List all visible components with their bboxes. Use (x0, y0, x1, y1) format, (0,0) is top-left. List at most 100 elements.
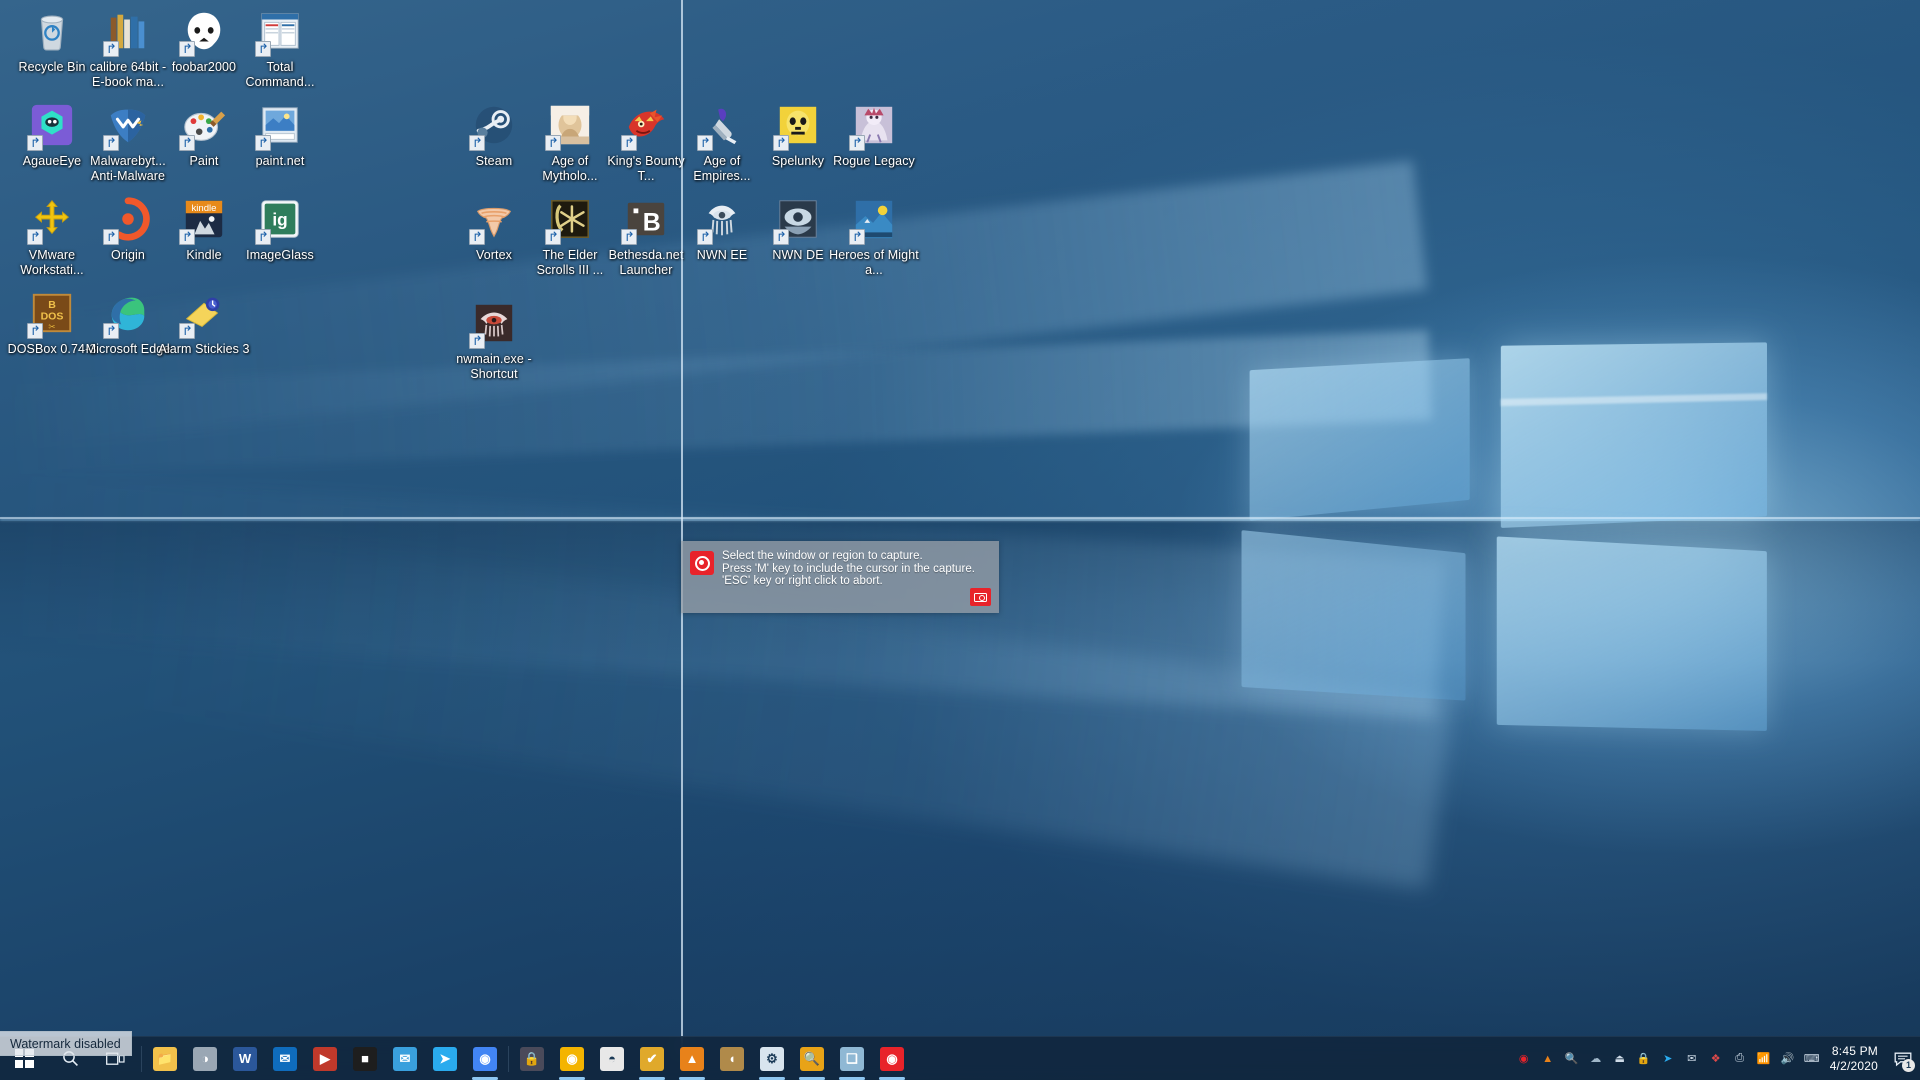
agaueeye-icon (27, 102, 76, 151)
keyboard-layout-tray-icon-glyph: ⌨ (1803, 1053, 1820, 1065)
desktop-icon-heroes-of-might-and-magic[interactable]: Heroes of Might a... (828, 196, 920, 277)
picpick-taskbar-icon[interactable]: ◉ (872, 1037, 912, 1080)
shortcut-overlay-icon (255, 229, 271, 245)
taskbar-pinned-apps: 📁 ◑ W ✉ ▶ ■ ✉ ➤ ◉ 🔒 ◉ ◓ ✔ ▲ ◖ ⚙ 🔍 ❑ ◉ (145, 1037, 912, 1080)
network-tray-icon-glyph: 📶 (1756, 1053, 1771, 1065)
keyboard-layout-tray-icon[interactable]: ⌨ (1800, 1037, 1824, 1080)
desktop-icon-label: Kindle (186, 248, 222, 262)
keepass-tray-icon[interactable]: 🔒 (1632, 1037, 1656, 1080)
desktop-icon-label: Alarm Stickies 3 (158, 342, 250, 356)
desktop-icon-label: Heroes of Might a... (829, 248, 919, 277)
gog-galaxy-taskbar-icon[interactable]: ◖ (712, 1037, 752, 1080)
foobar2000-taskbar-icon[interactable]: ◓ (592, 1037, 632, 1080)
picpick-tray-icon[interactable]: ◉ (1512, 1037, 1536, 1080)
paintnet-taskbar-icon[interactable]: ◑ (185, 1037, 225, 1080)
chrome-taskbar-icon[interactable]: ◉ (465, 1037, 505, 1080)
svg-text:kindle: kindle (191, 203, 216, 214)
mpc-taskbar-icon[interactable]: ▶ (305, 1037, 345, 1080)
clock-time: 8:45 PM (1831, 1043, 1878, 1058)
everything-search-taskbar-icon[interactable]: 🔍 (792, 1037, 832, 1080)
imageglass-glyph: ❑ (840, 1046, 864, 1071)
cloud-tray-icon[interactable]: ☁ (1584, 1037, 1608, 1080)
shortcut-overlay-icon (255, 135, 271, 151)
security-shield-tray-icon[interactable]: ❖ (1704, 1037, 1728, 1080)
printer-tray-icon[interactable]: ⎙ (1728, 1037, 1752, 1080)
telegram-taskbar-icon[interactable]: ➤ (425, 1037, 465, 1080)
imageglass-taskbar-icon[interactable]: ❑ (832, 1037, 872, 1080)
vlc-glyph: ▲ (680, 1046, 704, 1071)
vlc-taskbar-icon[interactable]: ▲ (672, 1037, 712, 1080)
spelunky-icon (773, 102, 822, 151)
desktop-icon-paintnet[interactable]: paint.net (234, 102, 326, 169)
checkmark-taskbar-icon[interactable]: ✔ (632, 1037, 672, 1080)
malwarebytes-icon (103, 102, 152, 151)
word-glyph: W (233, 1046, 257, 1071)
shortcut-overlay-icon (179, 135, 195, 151)
clock-date: 4/2/2020 (1829, 1058, 1878, 1073)
desktop-icon-imageglass[interactable]: ig ImageGlass (234, 196, 326, 263)
word-taskbar-icon[interactable]: W (225, 1037, 265, 1080)
desktop-icon-label: Rogue Legacy (833, 154, 915, 168)
desktop-icon-alarm-stickies[interactable]: Alarm Stickies 3 (158, 290, 250, 357)
cmd-taskbar-icon[interactable]: ■ (345, 1037, 385, 1080)
taskbar-separator (141, 1045, 142, 1072)
shortcut-overlay-icon (179, 41, 195, 57)
action-center-button[interactable]: 1 (1888, 1037, 1918, 1080)
mail-tray-icon[interactable]: ✉ (1680, 1037, 1704, 1080)
age-of-mythology-icon (545, 102, 594, 151)
picpick-hint-line-3: 'ESC' key or right click to abort. (722, 575, 883, 588)
desktop-icon-nwmain-exe[interactable]: nwmain.exe - Shortcut (448, 300, 540, 381)
desktop-icon-total-commander[interactable]: Total Command... (234, 8, 326, 89)
heroes-of-might-and-magic-icon (849, 196, 898, 245)
action-center-badge: 1 (1902, 1058, 1915, 1072)
chrome-canary-glyph: ◉ (560, 1046, 584, 1071)
vortex-icon (469, 196, 518, 245)
desktop-icon-rogue-legacy[interactable]: Rogue Legacy (828, 102, 920, 169)
system-tray: ◉ ▲ 🔍 ☁ ⏏ 🔒 ➤ ✉ ❖ ⎙ 📶 🔊 ⌨ 8:45 PM 4/2/2020 1 (1512, 1037, 1920, 1080)
safely-remove-hardware-tray-icon-glyph: ⏏ (1614, 1053, 1625, 1065)
mail-tray-icon-glyph: ✉ (1687, 1053, 1697, 1065)
everything-search-glyph: 🔍 (800, 1046, 824, 1071)
everything-tray-icon-glyph: 🔍 (1564, 1053, 1579, 1065)
nwmain-exe-icon (469, 300, 518, 349)
shortcut-overlay-icon (179, 229, 195, 245)
paintnet-glyph: ◑ (193, 1046, 217, 1071)
rogue-legacy-icon (849, 102, 898, 151)
capture-crosshair-vertical (681, 0, 683, 1056)
desktop-icon-label: Total Command... (245, 60, 315, 89)
chrome-canary-taskbar-icon[interactable]: ◉ (552, 1037, 592, 1080)
telegram-tray-icon-glyph: ➤ (1663, 1053, 1673, 1065)
telegram-tray-icon[interactable]: ➤ (1656, 1037, 1680, 1080)
paint-icon (179, 102, 228, 151)
volume-tray-icon[interactable]: 🔊 (1776, 1037, 1800, 1080)
taskbar-clock[interactable]: 8:45 PM 4/2/2020 (1824, 1037, 1888, 1080)
neverwinter-nights-ee-icon (697, 196, 746, 245)
keepass-taskbar-icon[interactable]: 🔒 (512, 1037, 552, 1080)
everything-tray-icon[interactable]: 🔍 (1560, 1037, 1584, 1080)
picpick-logo-icon (690, 551, 714, 575)
file-explorer-icon-glyph: 📁 (153, 1046, 177, 1071)
outlook-taskbar-icon[interactable]: ✉ (265, 1037, 305, 1080)
paintnet-icon (255, 102, 304, 151)
vlc-tray-icon[interactable]: ▲ (1536, 1037, 1560, 1080)
network-tray-icon[interactable]: 📶 (1752, 1037, 1776, 1080)
age-of-empires-icon (697, 102, 746, 151)
settings-glyph: ⚙ (760, 1046, 784, 1071)
desktop-icon-label: Steam (475, 154, 513, 168)
shortcut-overlay-icon (697, 135, 713, 151)
alarm-stickies-icon (179, 290, 228, 339)
safely-remove-hardware-tray-icon[interactable]: ⏏ (1608, 1037, 1632, 1080)
shortcut-overlay-icon (103, 135, 119, 151)
file-explorer-icon[interactable]: 📁 (145, 1037, 185, 1080)
capture-camera-button[interactable] (970, 588, 991, 606)
chrome-glyph: ◉ (473, 1046, 497, 1071)
svg-text:ig: ig (272, 210, 287, 230)
desktop-icon-label: nwmain.exe - Shortcut (456, 352, 532, 381)
total-commander-icon (255, 8, 304, 57)
mail-taskbar-icon[interactable]: ✉ (385, 1037, 425, 1080)
telegram-glyph: ➤ (433, 1046, 457, 1071)
steam-icon (469, 102, 518, 151)
taskbar-separator (508, 1045, 509, 1072)
settings-taskbar-icon[interactable]: ⚙ (752, 1037, 792, 1080)
desktop-icon-label: Origin (111, 248, 145, 262)
